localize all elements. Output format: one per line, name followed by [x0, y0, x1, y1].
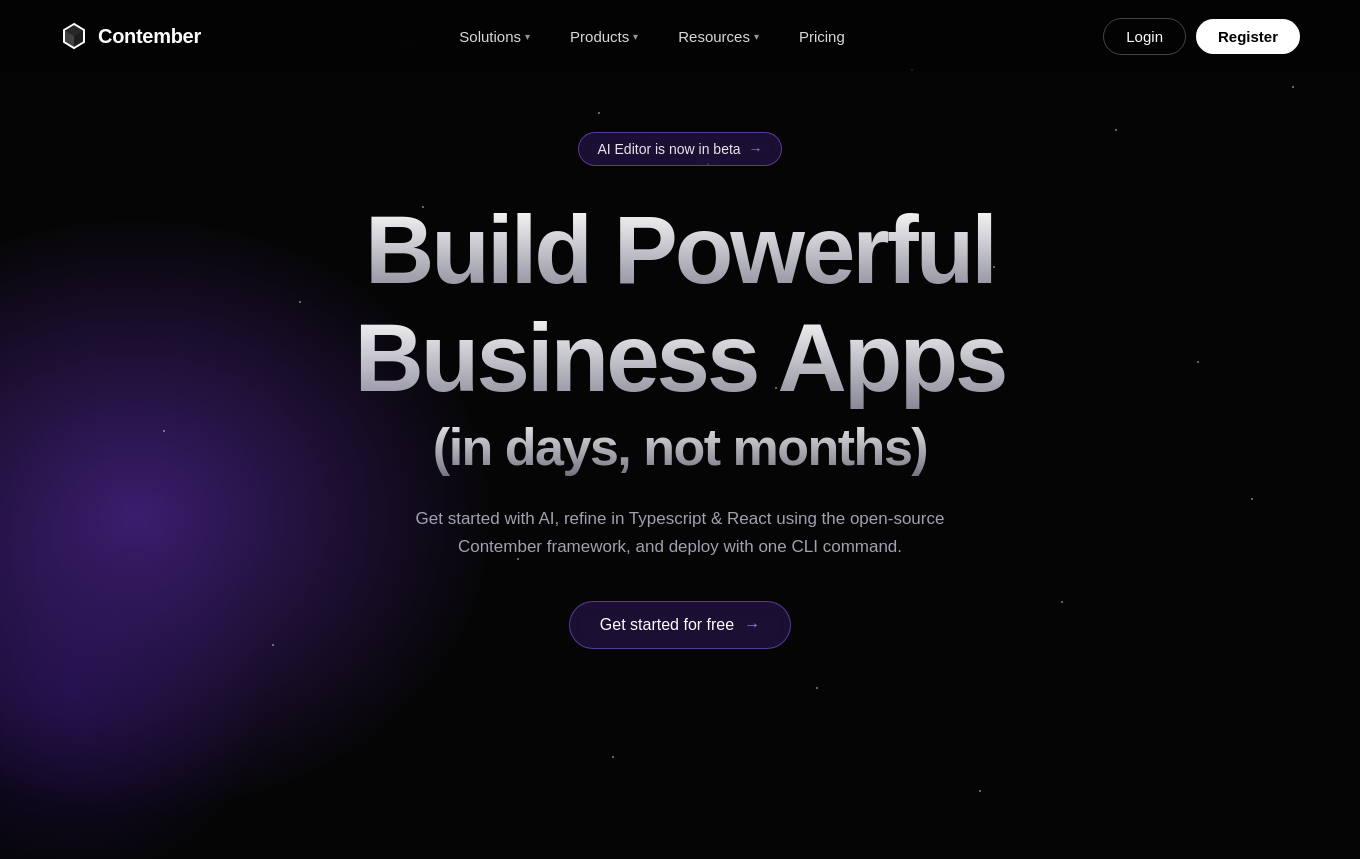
beta-badge-text: AI Editor is now in beta [597, 141, 740, 157]
logo-icon [60, 22, 88, 50]
navbar: Contember Solutions ▾ Products ▾ Resourc… [0, 0, 1360, 72]
register-button[interactable]: Register [1196, 19, 1300, 54]
cta-label: Get started for free [600, 616, 734, 634]
logo[interactable]: Contember [60, 22, 201, 50]
hero-section: AI Editor is now in beta → Build Powerfu… [0, 72, 1360, 649]
hero-description: Get started with AI, refine in Typescrip… [390, 505, 970, 561]
hero-title-line1: Build Powerful [365, 202, 995, 298]
chevron-down-icon: ▾ [525, 31, 530, 42]
nav-right: Login Register [1103, 18, 1300, 55]
nav-center: Solutions ▾ Products ▾ Resources ▾ Prici… [443, 20, 860, 53]
hero-subtitle: (in days, not months) [433, 417, 927, 477]
logo-text: Contember [98, 25, 201, 48]
chevron-down-icon: ▾ [754, 31, 759, 42]
nav-left: Contember [60, 22, 201, 50]
nav-item-resources[interactable]: Resources ▾ [662, 20, 775, 53]
nav-item-pricing[interactable]: Pricing [783, 20, 861, 53]
beta-badge-arrow: → [749, 141, 763, 157]
cta-button[interactable]: Get started for free → [569, 601, 791, 649]
nav-item-products[interactable]: Products ▾ [554, 20, 654, 53]
login-button[interactable]: Login [1103, 18, 1186, 55]
cta-arrow: → [744, 616, 760, 634]
nav-item-solutions[interactable]: Solutions ▾ [443, 20, 546, 53]
chevron-down-icon: ▾ [633, 31, 638, 42]
hero-title-line2: Business Apps [355, 308, 1006, 409]
beta-badge[interactable]: AI Editor is now in beta → [578, 132, 781, 166]
